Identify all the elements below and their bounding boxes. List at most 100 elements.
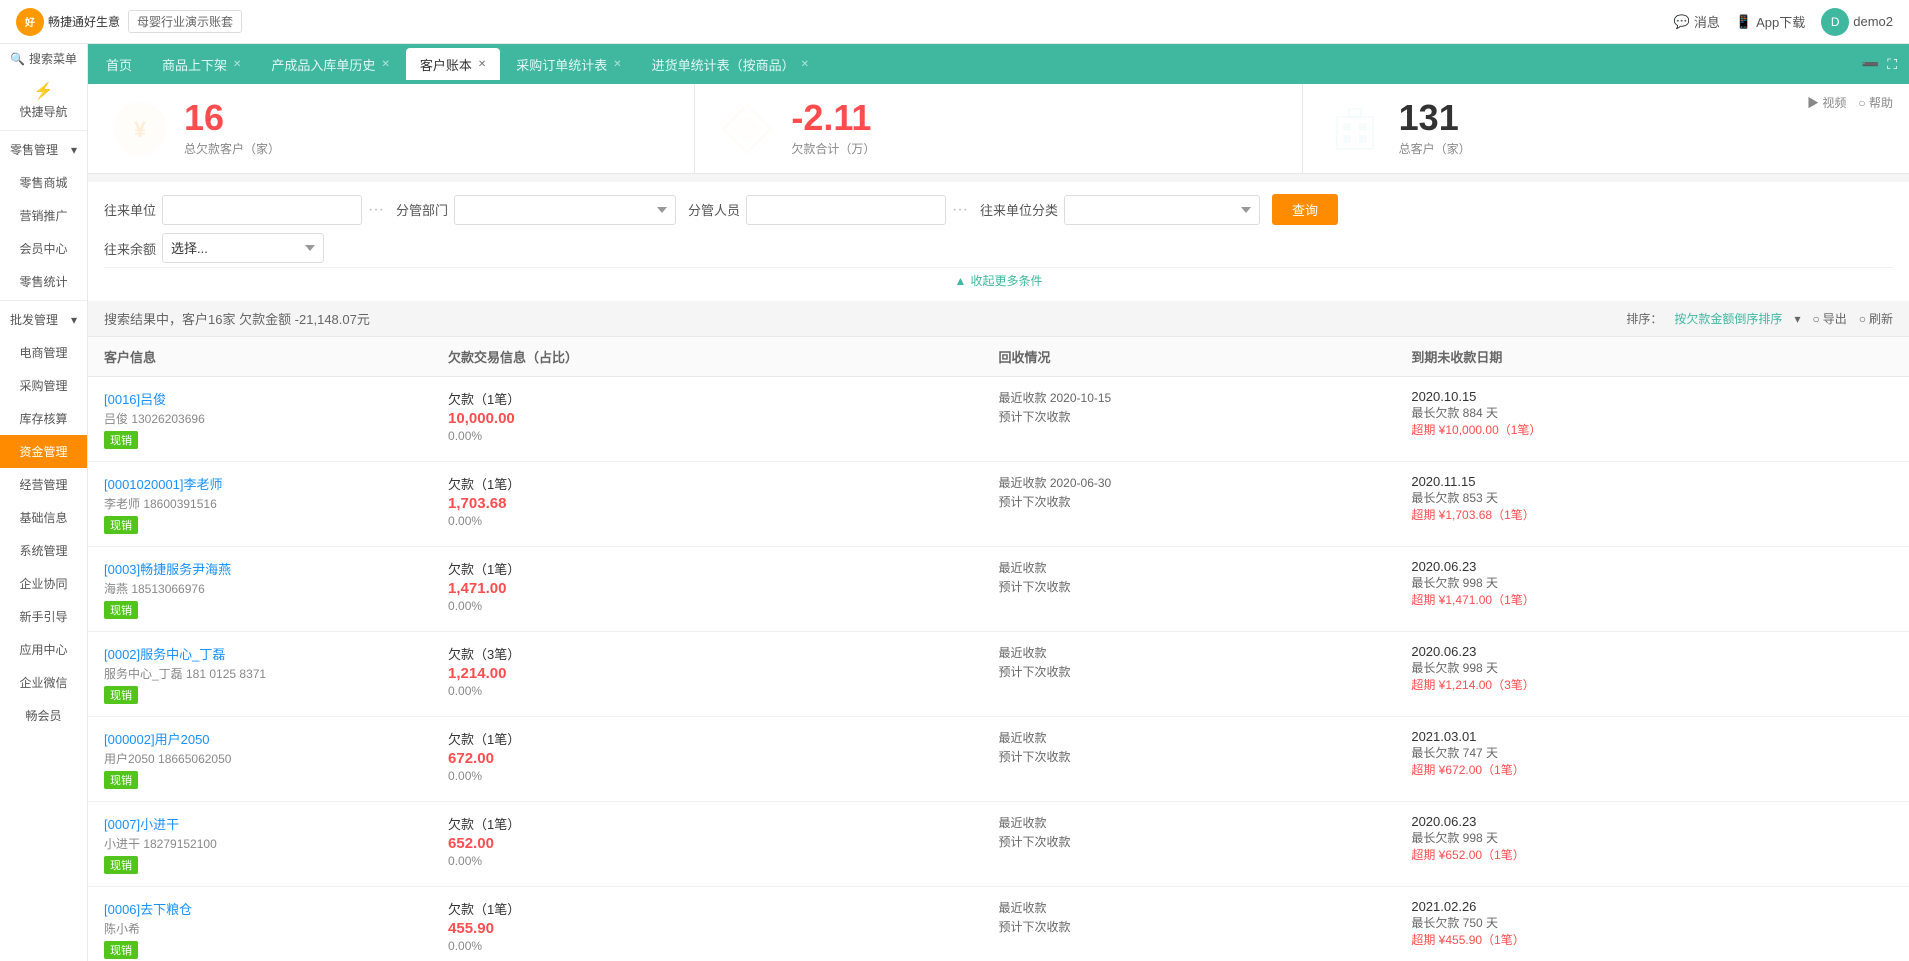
- search-button[interactable]: 查询: [1272, 194, 1338, 225]
- user-menu[interactable]: D demo2: [1821, 8, 1893, 36]
- sidebar-item-retail-mgmt[interactable]: 零售管理 ▾: [0, 133, 87, 166]
- sidebar-item-retail-mall[interactable]: 零售商城: [0, 166, 87, 199]
- overdue-badge[interactable]: 超期 ¥1,471.00（1笔）: [1411, 591, 1893, 608]
- debt-percent: 0.00%: [448, 854, 998, 868]
- message-btn[interactable]: 💬 消息: [1674, 12, 1720, 31]
- tab-label: 采购订单统计表: [516, 55, 607, 74]
- filter-select-balance[interactable]: 选择...: [162, 233, 324, 263]
- help-icon: ○: [1858, 96, 1865, 110]
- sidebar-item-basic-info[interactable]: 基础信息: [0, 501, 87, 534]
- more-icon[interactable]: ···: [368, 201, 384, 219]
- close-icon[interactable]: ✕: [801, 59, 809, 70]
- search-menu-item[interactable]: 🔍 搜索菜单: [0, 44, 87, 73]
- sort-value[interactable]: 按欠款金额倒序排序: [1674, 310, 1782, 327]
- due-date-cell: 2020.06.23 最长欠款 998 天 超期 ¥1,214.00（3笔）: [1411, 644, 1893, 693]
- customer-sub: 陈小希: [104, 920, 448, 937]
- customer-name[interactable]: [0016]吕俊: [104, 389, 448, 408]
- sidebar-item-purchase[interactable]: 采购管理: [0, 369, 87, 402]
- tab-customer-account[interactable]: 客户账本 ✕: [406, 48, 500, 80]
- sidebar-item-wholesale[interactable]: 批发管理 ▾: [0, 303, 87, 336]
- sidebar-item-collab[interactable]: 企业协同: [0, 567, 87, 600]
- maximize-icon[interactable]: ⛶: [1887, 56, 1897, 73]
- tab-product-history[interactable]: 产成品入库单历史 ✕: [257, 48, 403, 80]
- help-btn[interactable]: ○ 帮助: [1858, 94, 1893, 111]
- customer-name[interactable]: [0001020001]李老师: [104, 474, 448, 493]
- export-icon: ○: [1812, 312, 1819, 326]
- sidebar-divider-2: [0, 300, 87, 301]
- app-download-btn[interactable]: 📱 App下载: [1736, 12, 1805, 31]
- sidebar-item-label: 畅会员: [25, 707, 61, 724]
- more-icon-2[interactable]: ···: [952, 201, 968, 219]
- result-actions: 排序： 按欠款金额倒序排序 ▾ ○ 导出 ○ 刷新: [1626, 310, 1893, 327]
- sidebar-item-ecommerce[interactable]: 电商管理: [0, 336, 87, 369]
- close-icon[interactable]: ✕: [381, 59, 389, 70]
- sidebar-item-marketing[interactable]: 营销推广: [0, 199, 87, 232]
- system-name[interactable]: 母婴行业演示账套: [128, 10, 242, 33]
- chevron-down-icon-2: ▾: [71, 313, 77, 327]
- customer-name[interactable]: [0006]去下粮仓: [104, 899, 448, 918]
- debt-count: 欠款（1笔）: [448, 729, 998, 748]
- export-label: 导出: [1823, 310, 1847, 327]
- export-btn[interactable]: ○ 导出: [1812, 310, 1846, 327]
- close-icon[interactable]: ✕: [613, 59, 621, 70]
- customer-name[interactable]: [0003]畅捷服务尹海燕: [104, 559, 448, 578]
- due-date-cell: 2020.06.23 最长欠款 998 天 超期 ¥652.00（1笔）: [1411, 814, 1893, 863]
- filter-select-dept[interactable]: [454, 195, 676, 225]
- close-icon[interactable]: ✕: [233, 59, 241, 70]
- collapse-row[interactable]: ▲ 收起更多条件: [104, 267, 1893, 293]
- customer-name[interactable]: [0002]服务中心_丁磊: [104, 644, 448, 663]
- due-date: 2020.10.15: [1411, 389, 1893, 404]
- refresh-btn[interactable]: ○ 刷新: [1859, 310, 1893, 327]
- filter-input-person[interactable]: [746, 195, 946, 225]
- customer-name[interactable]: [000002]用户2050: [104, 729, 448, 748]
- overdue-badge[interactable]: 超期 ¥10,000.00（1笔）: [1411, 421, 1893, 438]
- debt-amount: 1,471.00: [448, 580, 998, 597]
- customer-cell: [0006]去下粮仓 陈小希 现销: [104, 899, 448, 959]
- app-label: App下载: [1756, 12, 1805, 31]
- sidebar-item-operations[interactable]: 经营管理: [0, 468, 87, 501]
- overdue-badge[interactable]: 超期 ¥672.00（1笔）: [1411, 761, 1893, 778]
- tab-stock-stats[interactable]: 进货单统计表（按商品） ✕: [638, 48, 823, 80]
- tab-label: 产成品入库单历史: [271, 55, 375, 74]
- sidebar-item-wechat[interactable]: 企业微信: [0, 666, 87, 699]
- customer-sub: 小进干 18279152100: [104, 835, 448, 852]
- sidebar-item-app-center[interactable]: 应用中心: [0, 633, 87, 666]
- debt-count: 欠款（1笔）: [448, 389, 998, 408]
- sidebar-item-guide[interactable]: 新手引导: [0, 600, 87, 633]
- filter-input-unit[interactable]: [162, 195, 362, 225]
- overdue-badge[interactable]: 超期 ¥455.90（1笔）: [1411, 931, 1893, 948]
- sidebar-item-quick-nav[interactable]: ⚡ 快捷导航: [0, 73, 87, 128]
- tab-home[interactable]: 首页: [92, 48, 146, 80]
- search-icon: 🔍: [10, 52, 25, 66]
- col-customer-info: 客户信息: [104, 347, 448, 366]
- overdue-badge[interactable]: 超期 ¥652.00（1笔）: [1411, 846, 1893, 863]
- filter-select-category[interactable]: [1064, 195, 1260, 225]
- tab-purchase-stats[interactable]: 采购订单统计表 ✕: [502, 48, 635, 80]
- sidebar-item-finance[interactable]: 资金管理: [0, 435, 87, 468]
- debt-percent: 0.00%: [448, 429, 998, 443]
- filter-area: 往来单位 ··· 分管部门 分管人员 ···: [88, 182, 1909, 301]
- customer-name[interactable]: [0007]小进干: [104, 814, 448, 833]
- sidebar-item-system[interactable]: 系统管理: [0, 534, 87, 567]
- top-bar-left: 好 畅捷通好生意 母婴行业演示账套: [16, 8, 242, 36]
- filter-row-2: 往来余额 选择...: [104, 233, 1893, 263]
- sidebar-item-retail-stats[interactable]: 零售统计: [0, 265, 87, 298]
- tab-product-shelf[interactable]: 商品上下架 ✕: [148, 48, 255, 80]
- debt-cell: 欠款（3笔） 1,214.00 0.00%: [448, 644, 998, 698]
- overdue-badge[interactable]: 超期 ¥1,214.00（3笔）: [1411, 676, 1893, 693]
- video-btn[interactable]: ▶ 视频: [1807, 94, 1846, 111]
- due-date: 2020.06.23: [1411, 644, 1893, 659]
- next-collection: 预计下次收款: [999, 578, 1412, 595]
- sidebar-divider: [0, 130, 87, 131]
- overdue-badge[interactable]: 超期 ¥1,703.68（1笔）: [1411, 506, 1893, 523]
- next-collection: 预计下次收款: [999, 408, 1412, 425]
- sidebar-item-member[interactable]: 会员中心: [0, 232, 87, 265]
- sort-dropdown-icon[interactable]: ▾: [1794, 312, 1800, 326]
- sidebar-item-inventory[interactable]: 库存核算: [0, 402, 87, 435]
- filter-item-unit: 往来单位 ···: [104, 195, 384, 225]
- sidebar-item-label: 快捷导航: [19, 103, 67, 120]
- minimize-icon[interactable]: ➖: [1862, 56, 1879, 73]
- close-icon[interactable]: ✕: [478, 59, 486, 70]
- table-row: [0001020001]李老师 李老师 18600391516 现销 欠款（1笔…: [88, 462, 1909, 547]
- sidebar-item-member-plus[interactable]: 畅会员: [0, 699, 87, 732]
